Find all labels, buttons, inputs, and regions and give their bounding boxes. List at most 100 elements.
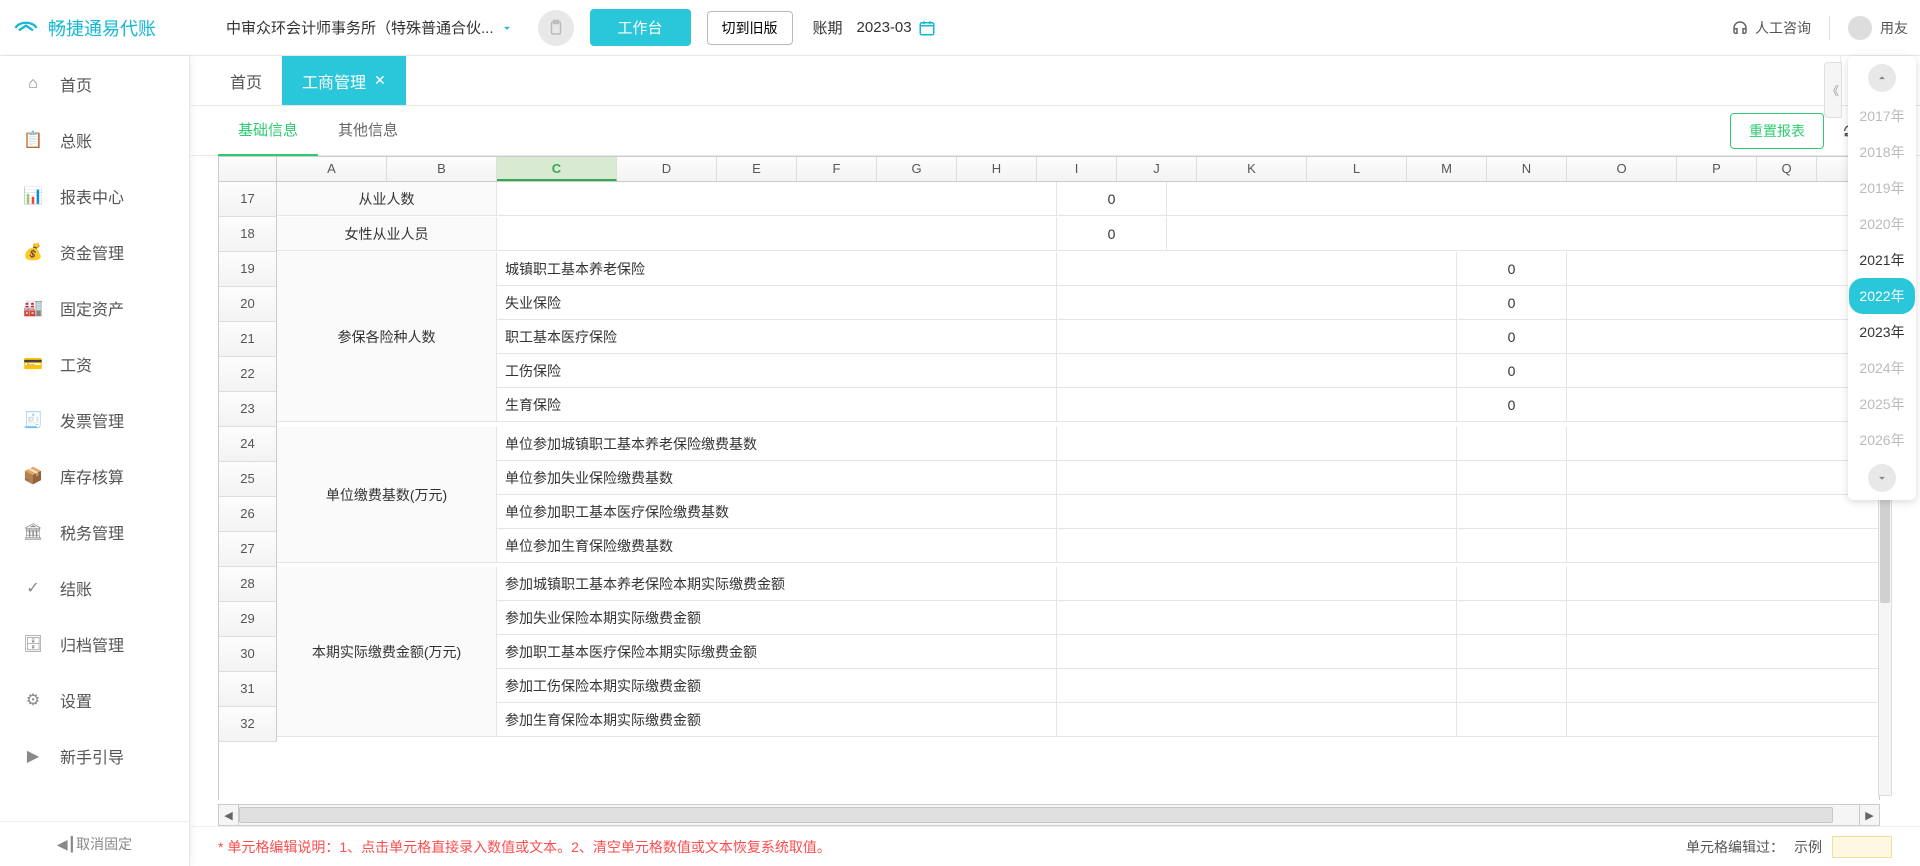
cell-desc[interactable]: [497, 217, 1057, 251]
cell-desc[interactable]: 单位参加城镇职工基本养老保险缴费基数: [497, 427, 1057, 461]
sidebar-item-1[interactable]: 📋总账: [0, 112, 189, 168]
year-down-arrow[interactable]: [1868, 464, 1896, 492]
cell-value[interactable]: 0: [1057, 182, 1167, 216]
row-header[interactable]: 23: [219, 392, 277, 427]
cell-value[interactable]: [1457, 635, 1567, 669]
cell-empty[interactable]: [1057, 567, 1457, 601]
sidebar-item-2[interactable]: 📊报表中心: [0, 168, 189, 224]
horizontal-scrollbar[interactable]: ◀ ▶: [218, 804, 1880, 826]
tab-0[interactable]: 首页: [210, 56, 282, 105]
cell-desc[interactable]: 失业保险: [497, 286, 1057, 320]
col-header-G[interactable]: G: [877, 157, 957, 181]
sidebar-item-5[interactable]: 💳工资: [0, 336, 189, 392]
cell-desc[interactable]: [497, 182, 1057, 216]
sidebar-item-9[interactable]: ✓结账: [0, 560, 189, 616]
col-header-L[interactable]: L: [1307, 157, 1407, 181]
cell-empty[interactable]: [1567, 703, 1879, 737]
cell-value[interactable]: [1457, 669, 1567, 703]
cell-desc[interactable]: 参加城镇职工基本养老保险本期实际缴费金额: [497, 567, 1057, 601]
row-group-label[interactable]: 从业人数: [277, 182, 497, 216]
col-header-P[interactable]: P: [1677, 157, 1757, 181]
subtab-1[interactable]: 其他信息: [318, 105, 418, 157]
cell-desc[interactable]: 城镇职工基本养老保险: [497, 252, 1057, 286]
logo[interactable]: 畅捷通易代账: [12, 14, 156, 42]
cell-value[interactable]: [1457, 567, 1567, 601]
cell-empty[interactable]: [1567, 286, 1879, 320]
cell-value[interactable]: 0: [1057, 217, 1167, 251]
workbench-button[interactable]: 工作台: [590, 9, 691, 46]
scroll-thumb[interactable]: [239, 807, 1833, 823]
cell-desc[interactable]: 职工基本医疗保险: [497, 320, 1057, 354]
cell-value[interactable]: 0: [1457, 252, 1567, 286]
cell-desc[interactable]: 参加职工基本医疗保险本期实际缴费金额: [497, 635, 1057, 669]
row-group-label[interactable]: 单位缴费基数(万元): [277, 427, 497, 563]
sidebar-item-6[interactable]: 🧾发票管理: [0, 392, 189, 448]
cell-value[interactable]: [1457, 703, 1567, 737]
cell-empty[interactable]: [1567, 529, 1879, 563]
cell-empty[interactable]: [1057, 427, 1457, 461]
cell-value[interactable]: [1457, 601, 1567, 635]
cell-empty[interactable]: [1057, 703, 1457, 737]
cell-empty[interactable]: [1567, 427, 1879, 461]
row-header[interactable]: 24: [219, 427, 277, 462]
cell-desc[interactable]: 参加失业保险本期实际缴费金额: [497, 601, 1057, 635]
tab-close-icon[interactable]: ✕: [374, 72, 386, 89]
row-header[interactable]: 19: [219, 252, 277, 287]
cell-desc[interactable]: 生育保险: [497, 388, 1057, 422]
user-menu[interactable]: 用友: [1848, 16, 1908, 40]
cell-value[interactable]: [1457, 529, 1567, 563]
col-header-E[interactable]: E: [717, 157, 797, 181]
cell-empty[interactable]: [1057, 388, 1457, 422]
cell-value[interactable]: [1457, 495, 1567, 529]
cell-desc[interactable]: 单位参加失业保险缴费基数: [497, 461, 1057, 495]
sidebar-item-10[interactable]: 🗄归档管理: [0, 616, 189, 672]
cell-empty[interactable]: [1567, 669, 1879, 703]
org-selector[interactable]: 中审众环会计师事务所（特殊普通合伙...: [226, 17, 514, 38]
period-value[interactable]: 2023-03: [857, 19, 912, 36]
sidebar-item-3[interactable]: 💰资金管理: [0, 224, 189, 280]
cell-desc[interactable]: 参加工伤保险本期实际缴费金额: [497, 669, 1057, 703]
col-header-B[interactable]: B: [387, 157, 497, 181]
sidebar-item-7[interactable]: 📦库存核算: [0, 448, 189, 504]
sidebar-item-11[interactable]: ⚙设置: [0, 672, 189, 728]
cell-empty[interactable]: [1057, 529, 1457, 563]
col-header-H[interactable]: H: [957, 157, 1037, 181]
grid-body[interactable]: 17从业人数018女性从业人员01920212223参保各险种人数城镇职工基本养…: [218, 182, 1880, 800]
col-header-D[interactable]: D: [617, 157, 717, 181]
cell-empty[interactable]: [1167, 217, 1879, 251]
subtab-0[interactable]: 基础信息: [218, 105, 318, 157]
cell-value[interactable]: 0: [1457, 354, 1567, 388]
cell-empty[interactable]: [1567, 354, 1879, 388]
cell-empty[interactable]: [1567, 495, 1879, 529]
row-header[interactable]: 20: [219, 287, 277, 322]
cell-desc[interactable]: 单位参加职工基本医疗保险缴费基数: [497, 495, 1057, 529]
cell-empty[interactable]: [1057, 495, 1457, 529]
cell-value[interactable]: 0: [1457, 286, 1567, 320]
col-header-Q[interactable]: Q: [1757, 157, 1817, 181]
clipboard-icon-button[interactable]: [538, 10, 574, 46]
row-header[interactable]: 18: [219, 217, 277, 252]
row-header[interactable]: 22: [219, 357, 277, 392]
row-header[interactable]: 26: [219, 497, 277, 532]
cell-empty[interactable]: [1567, 252, 1879, 286]
sidebar-item-8[interactable]: 🏛税务管理: [0, 504, 189, 560]
row-group-label[interactable]: 本期实际缴费金额(万元): [277, 567, 497, 737]
row-header[interactable]: 17: [219, 182, 277, 217]
cell-empty[interactable]: [1057, 354, 1457, 388]
cell-empty[interactable]: [1567, 461, 1879, 495]
cell-value[interactable]: 0: [1457, 388, 1567, 422]
row-header[interactable]: 32: [219, 707, 277, 742]
row-header[interactable]: 27: [219, 532, 277, 567]
cell-empty[interactable]: [1057, 320, 1457, 354]
row-header[interactable]: 29: [219, 602, 277, 637]
cell-value[interactable]: [1457, 461, 1567, 495]
unpin-button[interactable]: ◀┃ 取消固定: [0, 821, 189, 866]
cell-empty[interactable]: [1567, 388, 1879, 422]
scroll-left-arrow[interactable]: ◀: [219, 805, 239, 825]
tab-1[interactable]: 工商管理✕: [282, 56, 406, 105]
sidebar-item-4[interactable]: 🏭固定资产: [0, 280, 189, 336]
col-header-K[interactable]: K: [1197, 157, 1307, 181]
cell-empty[interactable]: [1167, 182, 1879, 216]
cell-empty[interactable]: [1057, 635, 1457, 669]
sidebar-item-12[interactable]: ▶新手引导: [0, 728, 189, 784]
